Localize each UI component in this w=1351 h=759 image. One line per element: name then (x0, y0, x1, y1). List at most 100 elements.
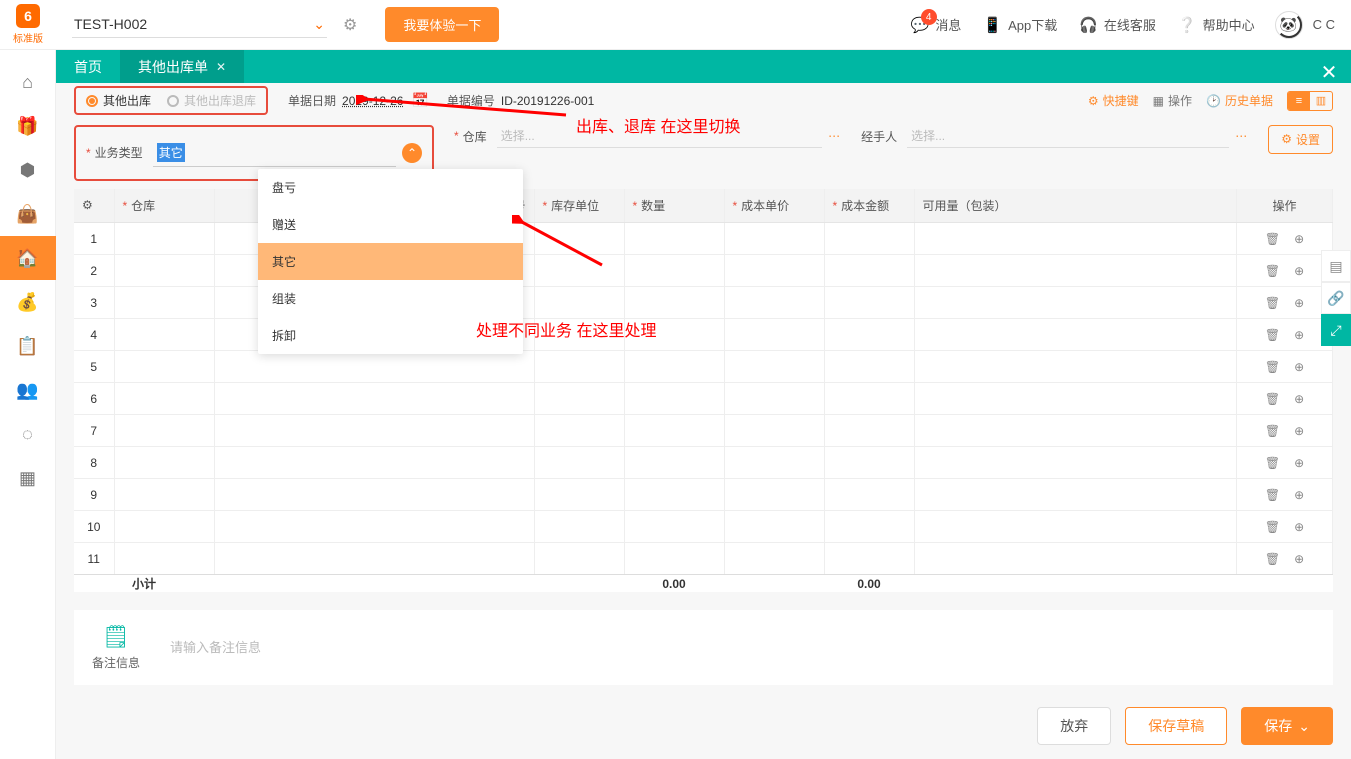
nav-support[interactable]: 🎧 在线客服 (1079, 15, 1156, 34)
table-row[interactable]: 7🗑⊕ (74, 415, 1333, 447)
nav-finance-icon[interactable]: 💰 (0, 280, 56, 324)
table-row[interactable]: 10🗑⊕ (74, 511, 1333, 543)
dropdown-option[interactable]: 拆卸 (258, 317, 523, 354)
nav-message-label: 消息 (935, 15, 961, 34)
subtotal-qty: 0.00 (624, 575, 724, 593)
footer-actions: 放弃 保存草稿 保存 ⌄ (56, 707, 1351, 759)
radio-return[interactable]: 其他出库退库 (167, 92, 256, 109)
dropdown-option[interactable]: 赠送 (258, 206, 523, 243)
add-row-icon[interactable]: ⊕ (1294, 456, 1304, 470)
handler-label: 经手人 (861, 128, 897, 145)
table-row[interactable]: 9🗑⊕ (74, 479, 1333, 511)
remarks-bar: 🗒 备注信息 (74, 610, 1333, 685)
nav-app-download[interactable]: 📱 App下载 (983, 15, 1057, 34)
business-type-select[interactable]: 其它 (153, 139, 396, 167)
add-row-icon[interactable]: ⊕ (1294, 520, 1304, 534)
discard-button[interactable]: 放弃 (1037, 707, 1111, 745)
delete-row-icon[interactable]: 🗑 (1265, 520, 1280, 534)
add-row-icon[interactable]: ⊕ (1294, 392, 1304, 406)
nav-help[interactable]: ❔ 帮助中心 (1178, 15, 1255, 34)
chevron-up-icon[interactable]: ⌃ (402, 143, 422, 163)
table-row[interactable]: 6 🗑 ⊕ (74, 383, 1333, 415)
table-row[interactable]: 11🗑⊕ (74, 543, 1333, 575)
nav-purchase-icon[interactable]: 👜 (0, 192, 56, 236)
org-selector[interactable]: TEST-H002 ⌄ (72, 12, 327, 38)
save-draft-button[interactable]: 保存草稿 (1125, 707, 1227, 745)
tab-current[interactable]: 其他出库单 ✕ (120, 50, 244, 83)
tab-home[interactable]: 首页 (56, 50, 120, 83)
calendar-icon[interactable]: 📅 (411, 92, 428, 109)
more-icon[interactable]: ⋯ (1235, 129, 1248, 143)
tab-strip: 首页 其他出库单 ✕ ✕ (56, 50, 1351, 83)
table-row[interactable]: 8🗑⊕ (74, 447, 1333, 479)
rail-note-icon[interactable]: ▤ (1321, 250, 1351, 282)
rail-link-icon[interactable]: 🔗 (1321, 282, 1351, 314)
handler-select[interactable] (907, 125, 1229, 148)
history-link[interactable]: 🕑历史单据 (1206, 92, 1273, 109)
table-row[interactable]: 5🗑⊕ (74, 351, 1333, 383)
add-row-icon[interactable]: ⊕ (1294, 328, 1304, 342)
rail-expand-icon[interactable]: ⤢ (1321, 314, 1351, 346)
nav-gift-icon[interactable]: 🎁 (0, 104, 56, 148)
form-toolbar: 其他出库 其他出库退库 单据日期 2019-12-26 📅 单据编号 ID-20… (56, 83, 1351, 118)
note-icon: 🗒 (102, 624, 130, 650)
delete-row-icon[interactable]: 🗑 (1265, 392, 1280, 406)
remarks-input[interactable] (170, 640, 1315, 655)
gear-icon[interactable]: ⚙ (343, 15, 357, 35)
row-index: 6 (74, 383, 114, 415)
bill-date-label: 单据日期 (288, 92, 336, 109)
column-settings-icon[interactable]: ⚙ (74, 189, 114, 223)
radio-return-label: 其他出库退库 (184, 92, 256, 109)
try-button[interactable]: 我要体验一下 (385, 7, 499, 42)
mobile-icon: 📱 (983, 16, 1002, 34)
radio-checked-icon (86, 95, 98, 107)
nav-message[interactable]: 💬 消息 4 (911, 15, 962, 34)
radio-outbound[interactable]: 其他出库 (86, 92, 151, 109)
col-amount: *成本金额 (824, 189, 914, 223)
view-card-icon[interactable]: ▥ (1310, 92, 1332, 110)
close-icon[interactable]: ✕ (216, 60, 226, 74)
add-row-icon[interactable]: ⊕ (1294, 264, 1304, 278)
dropdown-option[interactable]: 其它 (258, 243, 523, 280)
dropdown-option[interactable]: 盘亏 (258, 169, 523, 206)
settings-button[interactable]: ⚙ 设置 (1268, 125, 1333, 154)
chevron-down-icon[interactable]: ⌄ (313, 16, 325, 33)
business-type-box: * 业务类型 其它 ⌃ 盘亏 赠送 其它 组装 拆卸 (74, 125, 434, 181)
delete-row-icon[interactable]: 🗑 (1265, 232, 1280, 246)
bill-date-value[interactable]: 2019-12-26 (342, 94, 403, 108)
delete-row-icon[interactable]: 🗑 (1265, 264, 1280, 278)
delete-row-icon[interactable]: 🗑 (1265, 296, 1280, 310)
subtotal-row: 小计 0.00 0.00 (74, 575, 1333, 593)
nav-contacts-icon[interactable]: 👥 (0, 368, 56, 412)
save-button[interactable]: 保存 ⌄ (1241, 707, 1333, 745)
add-row-icon[interactable]: ⊕ (1294, 552, 1304, 566)
nav-support-label: 在线客服 (1104, 15, 1156, 34)
nav-sales-icon[interactable]: ⬢ (0, 148, 56, 192)
view-list-icon[interactable]: ≡ (1288, 92, 1310, 110)
operate-link[interactable]: ▦操作 (1153, 92, 1192, 109)
delete-row-icon[interactable]: 🗑 (1265, 488, 1280, 502)
nav-report-icon[interactable]: 📋 (0, 324, 56, 368)
delete-row-icon[interactable]: 🗑 (1265, 456, 1280, 470)
nav-home-icon[interactable]: ⌂ (0, 60, 56, 104)
nav-warehouse-icon[interactable]: 🏠 (0, 236, 56, 280)
add-row-icon[interactable]: ⊕ (1294, 488, 1304, 502)
org-name: TEST-H002 (74, 16, 147, 32)
delete-row-icon[interactable]: 🗑 (1265, 552, 1280, 566)
delete-row-icon[interactable]: 🗑 (1265, 424, 1280, 438)
shortcut-link[interactable]: ⚙快捷键 (1088, 92, 1139, 109)
nav-sync-icon[interactable]: ◌ (0, 412, 56, 456)
add-row-icon[interactable]: ⊕ (1294, 424, 1304, 438)
avatar[interactable]: 🐼 (1275, 11, 1303, 39)
add-row-icon[interactable]: ⊕ (1294, 232, 1304, 246)
delete-row-icon[interactable]: 🗑 (1265, 328, 1280, 342)
dropdown-option[interactable]: 组装 (258, 280, 523, 317)
nav-new-icon[interactable]: ▦ (0, 456, 56, 500)
more-icon[interactable]: ⋯ (828, 129, 841, 143)
flash-icon: ⚙ (1088, 94, 1099, 108)
warehouse-select[interactable] (497, 125, 822, 148)
delete-row-icon[interactable]: 🗑 (1265, 360, 1280, 374)
add-row-icon[interactable]: ⊕ (1294, 296, 1304, 310)
add-row-icon[interactable]: ⊕ (1294, 360, 1304, 374)
row-index: 2 (74, 255, 114, 287)
